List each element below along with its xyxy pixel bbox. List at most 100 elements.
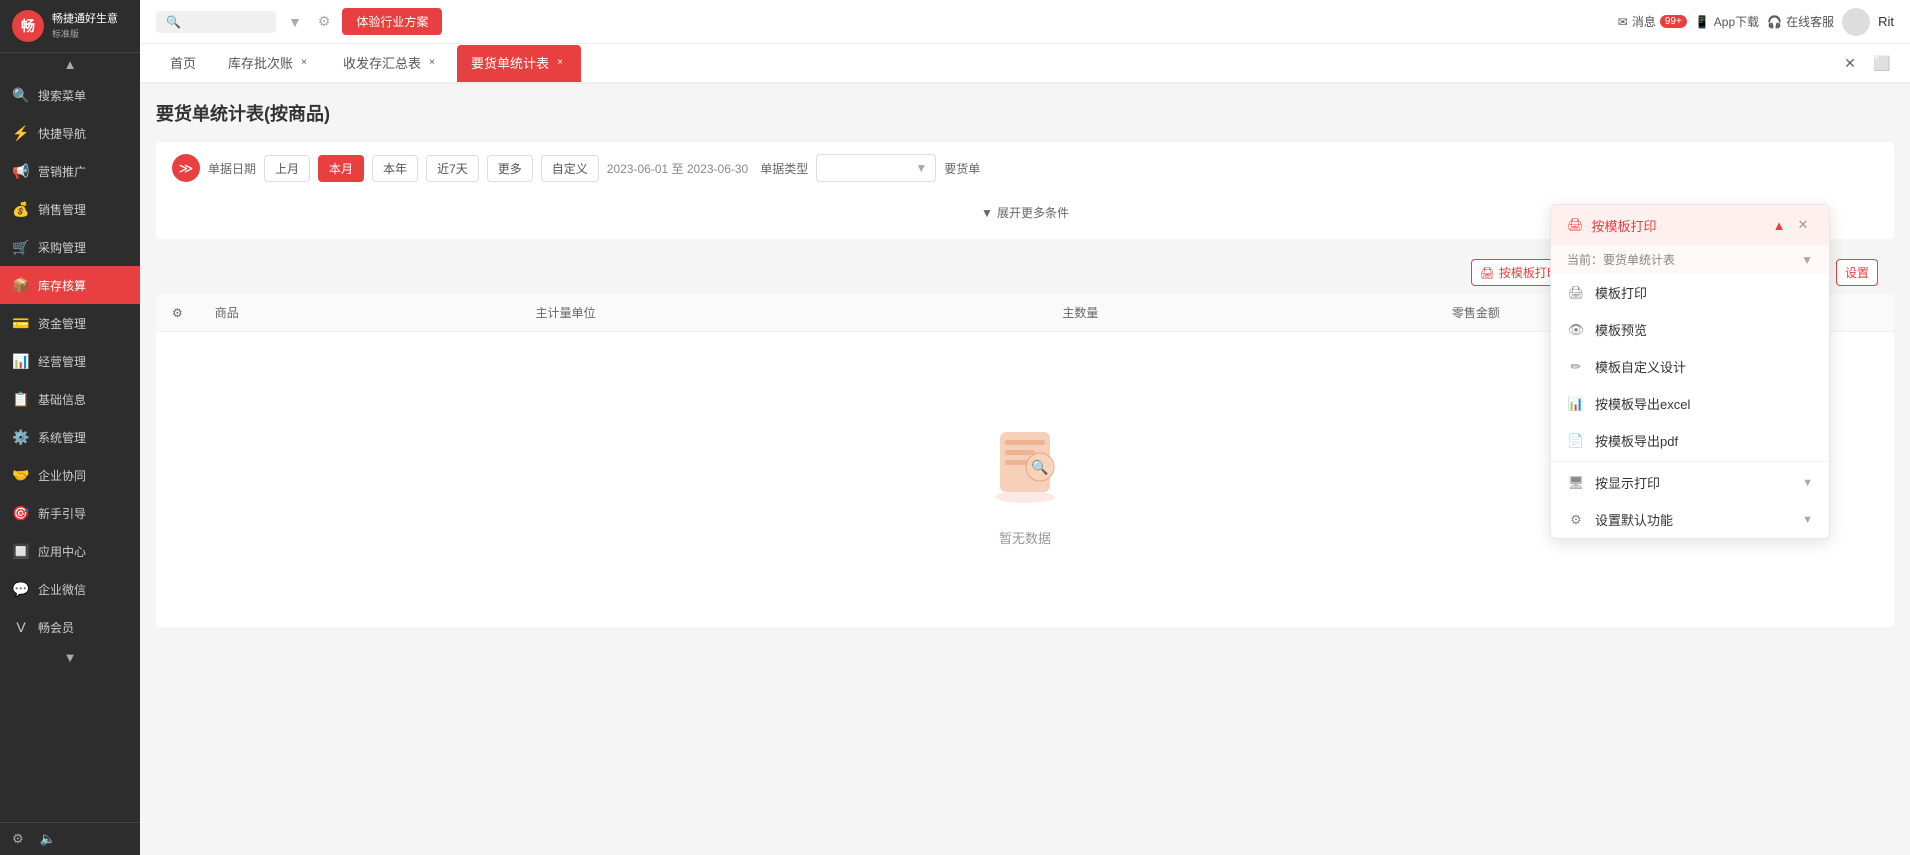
logo-icon: 畅 xyxy=(12,10,44,42)
date-range: 2023-06-01 至 2023-06-30 xyxy=(607,160,748,177)
display-print-icon: 🖥 xyxy=(1567,474,1585,492)
online-service-btn[interactable]: 🎧 在线客服 xyxy=(1767,13,1834,30)
finance-icon: 💳 xyxy=(12,314,30,332)
tab-order-summary[interactable]: 要货单统计表 × xyxy=(457,45,581,82)
sidebar-item-guide[interactable]: 🎯 新手引导 xyxy=(0,494,140,532)
date-btn-more[interactable]: 更多 xyxy=(487,155,533,182)
expand-icon: ▼ xyxy=(981,206,993,220)
sidebar-item-apps[interactable]: 🔲 应用中心 xyxy=(0,532,140,570)
sidebar-item-sales[interactable]: 💰 销售管理 xyxy=(0,190,140,228)
logo-text-block: 畅捷通好生意 标准版 xyxy=(52,12,118,40)
sidebar-item-member[interactable]: V 畅会员 xyxy=(0,608,140,646)
close-tab-inventory-batch[interactable]: × xyxy=(297,55,311,69)
main-area: 🔍 ▼ ⚙ 体验行业方案 ✉ 消息 99+ 📱 App下载 🎧 在线客服 Rit xyxy=(140,0,1910,855)
dropdown-item-preview-template[interactable]: 👁 模板预览 xyxy=(1551,311,1829,348)
search-icon: 🔍 xyxy=(12,86,30,104)
sidebar-item-inventory[interactable]: 📦 库存核算 xyxy=(0,266,140,304)
design-item-icon: ✏ xyxy=(1567,358,1585,376)
close-tab-receivable-summary[interactable]: × xyxy=(425,55,439,69)
maximize-window-btn[interactable]: ⬜ xyxy=(1870,51,1894,75)
settings-icon[interactable]: ⚙ xyxy=(12,831,24,847)
date-btn-custom[interactable]: 自定义 xyxy=(541,155,599,182)
tab-receivable-summary[interactable]: 收发存汇总表 × xyxy=(329,45,453,82)
trial-btn[interactable]: 体验行业方案 xyxy=(342,8,442,35)
sidebar-bottom: ⚙ 🔈 xyxy=(0,822,140,855)
headset-icon: 🎧 xyxy=(1767,15,1782,29)
scroll-up-btn[interactable]: ▲ xyxy=(0,53,140,76)
tab-inventory-batch[interactable]: 库存批次账 × xyxy=(214,45,325,82)
select-arrow-icon: ▼ xyxy=(915,161,927,175)
print-item-icon: 🖨 xyxy=(1567,284,1585,302)
col-unit: 主计量单位 xyxy=(520,294,1047,332)
sidebar-item-operations[interactable]: 📊 经营管理 xyxy=(0,342,140,380)
sales-icon: 💰 xyxy=(12,200,30,218)
sound-icon[interactable]: 🔈 xyxy=(40,831,56,847)
sidebar-item-collab[interactable]: 🤝 企业协同 xyxy=(0,456,140,494)
sidebar-item-marketing[interactable]: 📢 营销推广 xyxy=(0,152,140,190)
scroll-down-btn[interactable]: ▼ xyxy=(0,646,140,669)
settings-gear-icon[interactable]: ⚙ xyxy=(318,13,331,30)
col-quantity: 主数量 xyxy=(1046,294,1435,332)
dropdown-arrow[interactable]: ▼ xyxy=(288,14,302,30)
close-tab-order-summary[interactable]: × xyxy=(553,55,567,69)
dropdown-header: 🖨 按模板打印 ▲ ✕ xyxy=(1551,205,1829,245)
dropdown-close-btn[interactable]: ✕ xyxy=(1793,215,1813,235)
guide-icon: 🎯 xyxy=(12,504,30,522)
col-settings: ⚙ xyxy=(156,294,199,332)
quick-nav-icon: ⚡ xyxy=(12,124,30,142)
window-controls: ✕ ⬜ xyxy=(1838,51,1894,75)
app-download-btn[interactable]: 📱 App下载 xyxy=(1695,13,1759,30)
system-icon: ⚙️ xyxy=(12,428,30,446)
close-window-btn[interactable]: ✕ xyxy=(1838,51,1862,75)
printer-icon: 🖨 xyxy=(1480,266,1495,280)
dropdown-item-print-template[interactable]: 🖨 模板打印 xyxy=(1551,274,1829,311)
order-type-select[interactable]: ▼ xyxy=(816,154,936,182)
chevron-right-icon-2: ▼ xyxy=(1802,514,1813,526)
order-status-label: 要货单 xyxy=(944,160,980,177)
excel-item-icon: 📊 xyxy=(1567,395,1585,413)
apps-icon: 🔲 xyxy=(12,542,30,560)
column-settings-icon[interactable]: ⚙ xyxy=(172,306,183,320)
page-title: 要货单统计表(按商品) xyxy=(156,100,1894,126)
dropdown-collapse-btn[interactable]: ▲ xyxy=(1769,215,1789,235)
sidebar-logo: 畅 畅捷通好生意 标准版 xyxy=(0,0,140,53)
date-btn-last-month[interactable]: 上月 xyxy=(264,155,310,182)
dropdown-item-export-excel[interactable]: 📊 按模板导出excel xyxy=(1551,385,1829,422)
tab-bar: 首页 库存批次账 × 收发存汇总表 × 要货单统计表 × ✕ ⬜ xyxy=(140,44,1910,84)
inventory-icon: 📦 xyxy=(12,276,30,294)
sidebar-item-basic[interactable]: 📋 基础信息 xyxy=(0,380,140,418)
search-icon: 🔍 xyxy=(166,15,181,29)
dropdown-sub-display-print[interactable]: 🖥 按显示打印 ▼ xyxy=(1551,464,1829,501)
date-btn-this-month[interactable]: 本月 xyxy=(318,155,364,182)
sidebar-item-quick-nav[interactable]: ⚡ 快捷导航 xyxy=(0,114,140,152)
set-default-icon: ⚙ xyxy=(1567,511,1585,529)
preview-item-icon: 👁 xyxy=(1567,321,1585,339)
global-search[interactable]: 🔍 xyxy=(156,11,276,33)
basic-icon: 📋 xyxy=(12,390,30,408)
phone-icon: 📱 xyxy=(1695,15,1710,29)
sidebar-item-search[interactable]: 🔍 搜索菜单 xyxy=(0,76,140,114)
settings-config-btn[interactable]: 设置 xyxy=(1836,259,1878,286)
date-btn-7days[interactable]: 近7天 xyxy=(426,155,479,182)
sidebar-item-system[interactable]: ⚙️ 系统管理 xyxy=(0,418,140,456)
dropdown-item-export-pdf[interactable]: 📄 按模板导出pdf xyxy=(1551,422,1829,459)
filter-expand-btn[interactable]: ≫ xyxy=(172,154,200,182)
chevron-right-icon-1: ▼ xyxy=(1802,477,1813,489)
svg-text:🔍: 🔍 xyxy=(1031,458,1048,476)
date-btn-this-year[interactable]: 本年 xyxy=(372,155,418,182)
wechat-icon: 💬 xyxy=(12,580,30,598)
sidebar-item-finance[interactable]: 💳 资金管理 xyxy=(0,304,140,342)
tab-home[interactable]: 首页 xyxy=(156,45,210,82)
sidebar-item-purchase[interactable]: 🛒 采购管理 xyxy=(0,228,140,266)
member-icon: V xyxy=(12,618,30,636)
col-goods: 商品 xyxy=(199,294,520,332)
sidebar-item-wechat[interactable]: 💬 企业微信 xyxy=(0,570,140,608)
top-bar: 🔍 ▼ ⚙ 体验行业方案 ✉ 消息 99+ 📱 App下载 🎧 在线客服 Rit xyxy=(140,0,1910,44)
dropdown-sub-set-default[interactable]: ⚙ 设置默认功能 ▼ xyxy=(1551,501,1829,538)
logo-badge: 标准版 xyxy=(52,27,118,40)
user-avatar[interactable] xyxy=(1842,8,1870,36)
collab-icon: 🤝 xyxy=(12,466,30,484)
purchase-icon: 🛒 xyxy=(12,238,30,256)
dropdown-item-custom-design[interactable]: ✏ 模板自定义设计 xyxy=(1551,348,1829,385)
message-btn[interactable]: ✉ 消息 99+ xyxy=(1618,13,1687,30)
